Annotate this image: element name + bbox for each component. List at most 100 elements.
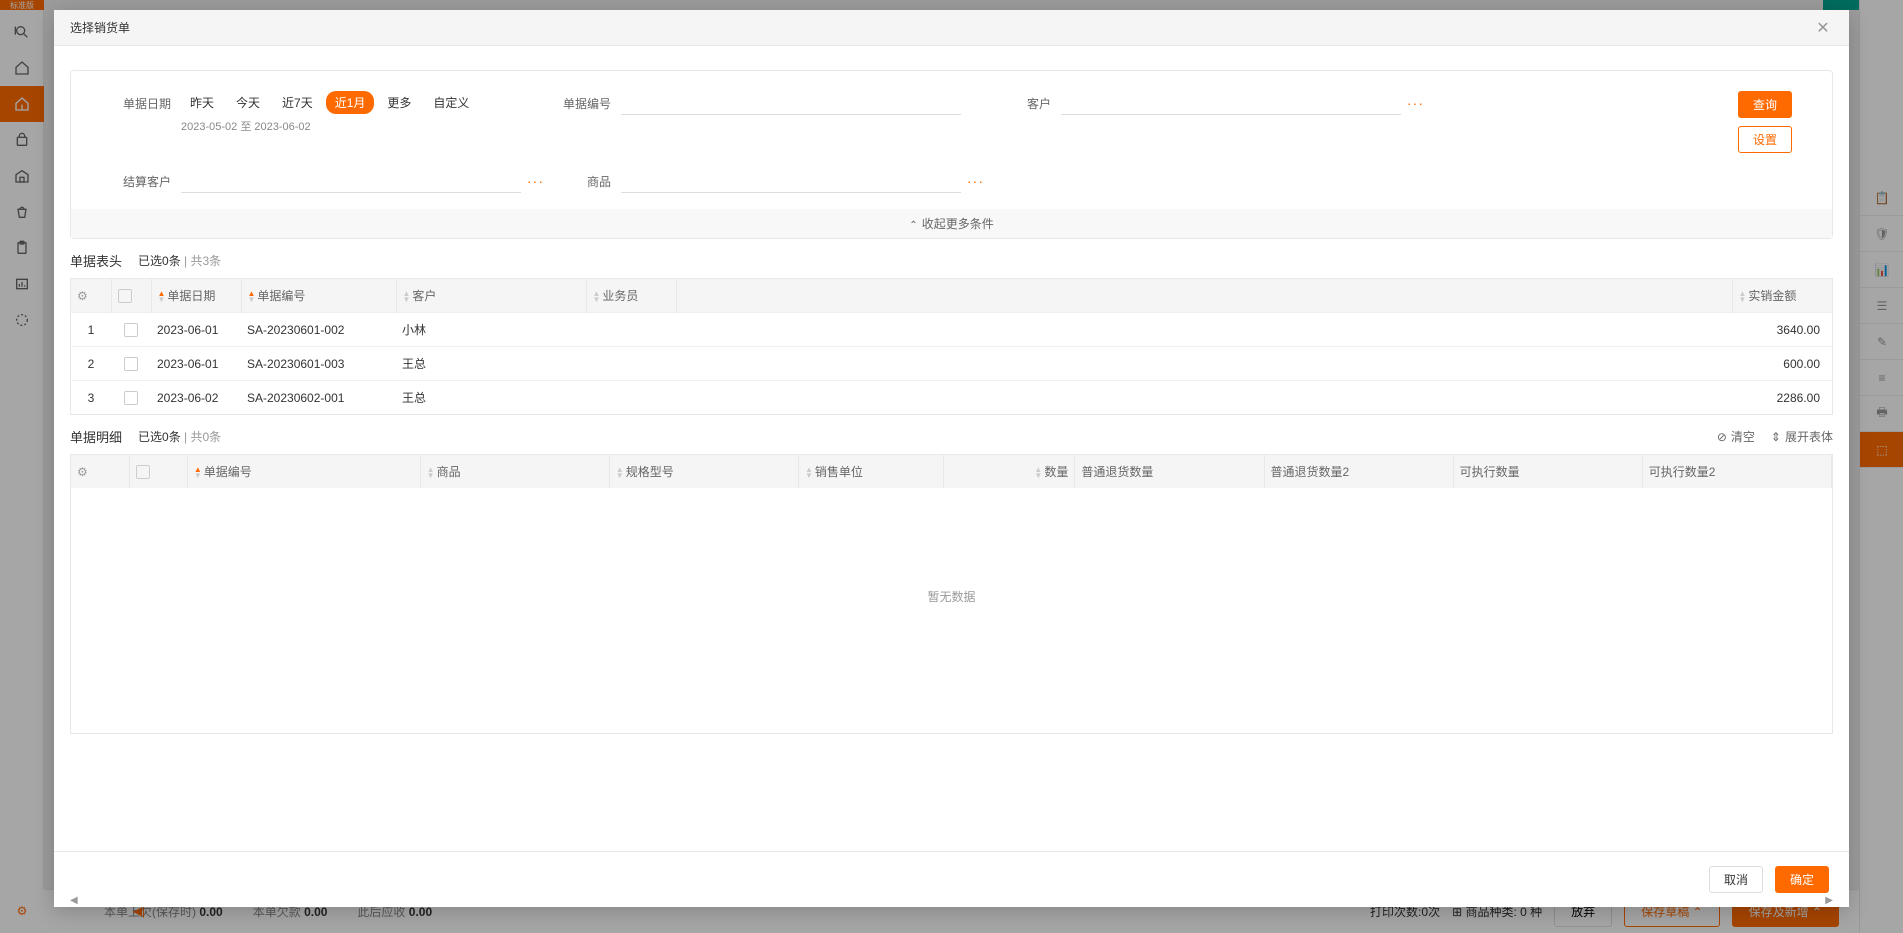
customer-more-icon[interactable]: ··· — [1407, 95, 1424, 111]
row-idx: 1 — [71, 313, 111, 347]
sort-icon[interactable]: ▲▼ — [616, 467, 624, 479]
gear-icon[interactable]: ⚙ — [77, 465, 88, 479]
th-detail-execqty2[interactable]: 可执行数量2 — [1642, 455, 1831, 488]
customer-label: 客户 — [991, 91, 1051, 112]
sort-icon[interactable]: ▲▼ — [248, 291, 256, 303]
docno-input[interactable] — [621, 91, 961, 115]
th-detail-gear[interactable]: ⚙ — [71, 455, 129, 488]
row-customer: 小林 — [396, 313, 586, 347]
table-row[interactable]: 2 2023-06-01 SA-20230601-003 王总 600.00 — [71, 347, 1832, 381]
row-checkbox-cell — [111, 381, 151, 415]
header-table-container: ⚙ ▲▼单据日期 ▲▼单据编号 ▲▼客户 ▲▼业务员 ▲▼实销金额 1 2023… — [70, 278, 1833, 415]
row-checkbox[interactable] — [124, 357, 138, 371]
cancel-button[interactable]: 取消 — [1709, 866, 1763, 893]
date-btn-1month[interactable]: 近1月 — [326, 91, 375, 114]
row-date: 2023-06-01 — [151, 347, 241, 381]
settle-customer-more-icon[interactable]: ··· — [527, 173, 544, 189]
th-detail-spec[interactable]: ▲▼规格型号 — [609, 455, 798, 488]
th-docno[interactable]: ▲▼单据编号 — [241, 279, 396, 313]
date-btn-7days[interactable]: 近7天 — [273, 91, 322, 114]
detail-section-header: 单据明细 已选0条 | 共0条 ⊘ 清空 ⇕ 展开表体 — [54, 415, 1849, 454]
sort-icon[interactable]: ▲▼ — [1739, 291, 1747, 303]
th-spacer — [676, 279, 1732, 313]
settle-customer-label: 结算客户 — [111, 169, 171, 190]
th-detail-execqty[interactable]: 可执行数量 — [1453, 455, 1642, 488]
sort-icon[interactable]: ▲▼ — [1034, 467, 1042, 479]
header-section-title: 单据表头 — [70, 251, 122, 270]
sort-icon[interactable]: ▲▼ — [194, 467, 202, 479]
confirm-button[interactable]: 确定 — [1775, 866, 1829, 893]
th-salesperson[interactable]: ▲▼业务员 — [586, 279, 676, 313]
table-row[interactable]: 3 2023-06-02 SA-20230602-001 王总 2286.00 — [71, 381, 1832, 415]
sort-icon[interactable]: ▲▼ — [427, 467, 435, 479]
filter-section: 单据日期 昨天 今天 近7天 近1月 更多 自定义 2023-05-02 至 2… — [70, 70, 1833, 239]
detail-empty-text: 暂无数据 — [71, 488, 1832, 705]
th-detail-docno[interactable]: ▲▼单据编号 — [187, 455, 420, 488]
row-customer: 王总 — [396, 381, 586, 415]
date-label: 单据日期 — [111, 91, 171, 112]
row-idx: 2 — [71, 347, 111, 381]
gear-icon[interactable]: ⚙ — [77, 289, 88, 303]
row-date: 2023-06-02 — [151, 381, 241, 415]
row-spacer — [676, 313, 1732, 347]
sort-icon[interactable]: ▲▼ — [593, 291, 601, 303]
date-range-text: 2023-05-02 至 2023-06-02 — [181, 118, 478, 134]
th-customer[interactable]: ▲▼客户 — [396, 279, 586, 313]
sort-icon[interactable]: ▲▼ — [805, 467, 813, 479]
header-select-all[interactable] — [118, 289, 132, 303]
row-checkbox-cell — [111, 313, 151, 347]
date-btn-today[interactable]: 今天 — [227, 91, 269, 114]
header-section-header: 单据表头 已选0条 | 共3条 — [54, 239, 1849, 278]
th-detail-returnqty2[interactable]: 普通退货数量2 — [1264, 455, 1453, 488]
row-checkbox-cell — [111, 347, 151, 381]
detail-table-wrap: ⚙ ▲▼单据编号 ▲▼商品 ▲▼规格型号 ▲▼销售单位 ▲▼数量 普通退货数量 … — [70, 454, 1833, 734]
row-date: 2023-06-01 — [151, 313, 241, 347]
modal: 选择销货单 ✕ 单据日期 昨天 今天 近7天 近1月 更多 自定义 — [54, 10, 1849, 907]
header-section-counts: 已选0条 | 共3条 — [138, 252, 221, 269]
detail-table: ⚙ ▲▼单据编号 ▲▼商品 ▲▼规格型号 ▲▼销售单位 ▲▼数量 普通退货数量 … — [71, 455, 1832, 488]
row-salesperson — [586, 347, 676, 381]
row-salesperson — [586, 313, 676, 347]
th-checkbox[interactable] — [111, 279, 151, 313]
clear-action[interactable]: ⊘ 清空 — [1717, 428, 1755, 445]
product-input[interactable] — [621, 169, 961, 193]
date-btn-more[interactable]: 更多 — [378, 91, 420, 114]
th-detail-checkbox[interactable] — [129, 455, 187, 488]
query-button[interactable]: 查询 — [1738, 91, 1792, 118]
header-table: ⚙ ▲▼单据日期 ▲▼单据编号 ▲▼客户 ▲▼业务员 ▲▼实销金额 1 2023… — [71, 279, 1832, 414]
modal-title: 选择销货单 — [70, 19, 130, 36]
settings-button[interactable]: 设置 — [1738, 126, 1792, 153]
th-date[interactable]: ▲▼单据日期 — [151, 279, 241, 313]
th-detail-unit[interactable]: ▲▼销售单位 — [798, 455, 943, 488]
th-amount[interactable]: ▲▼实销金额 — [1732, 279, 1832, 313]
close-icon[interactable]: ✕ — [1813, 18, 1833, 38]
row-checkbox[interactable] — [124, 391, 138, 405]
detail-select-all[interactable] — [136, 465, 150, 479]
date-btn-custom[interactable]: 自定义 — [424, 91, 478, 114]
th-detail-product[interactable]: ▲▼商品 — [420, 455, 609, 488]
th-gear[interactable]: ⚙ — [71, 279, 111, 313]
row-docno: SA-20230601-003 — [241, 347, 396, 381]
sort-icon[interactable]: ▲▼ — [158, 291, 166, 303]
settle-customer-input[interactable] — [181, 169, 521, 193]
product-label: 商品 — [551, 169, 611, 190]
th-detail-qty[interactable]: ▲▼数量 — [944, 455, 1075, 488]
row-spacer — [676, 381, 1732, 415]
row-checkbox[interactable] — [124, 323, 138, 337]
sort-icon[interactable]: ▲▼ — [403, 291, 411, 303]
modal-header: 选择销货单 ✕ — [54, 10, 1849, 46]
customer-input[interactable] — [1061, 91, 1401, 115]
row-docno: SA-20230602-001 — [241, 381, 396, 415]
th-detail-returnqty[interactable]: 普通退货数量 — [1075, 455, 1264, 488]
date-btn-yesterday[interactable]: 昨天 — [181, 91, 223, 114]
row-spacer — [676, 347, 1732, 381]
docno-label: 单据编号 — [551, 91, 611, 112]
row-docno: SA-20230601-002 — [241, 313, 396, 347]
expand-action[interactable]: ⇕ 展开表体 — [1771, 428, 1833, 445]
row-amount: 2286.00 — [1732, 381, 1832, 415]
product-more-icon[interactable]: ··· — [967, 173, 984, 189]
date-buttons: 昨天 今天 近7天 近1月 更多 自定义 — [181, 91, 478, 114]
table-row[interactable]: 1 2023-06-01 SA-20230601-002 小林 3640.00 — [71, 313, 1832, 347]
collapse-bar[interactable]: 收起更多条件 — [71, 209, 1832, 238]
detail-section-title: 单据明细 — [70, 427, 122, 446]
